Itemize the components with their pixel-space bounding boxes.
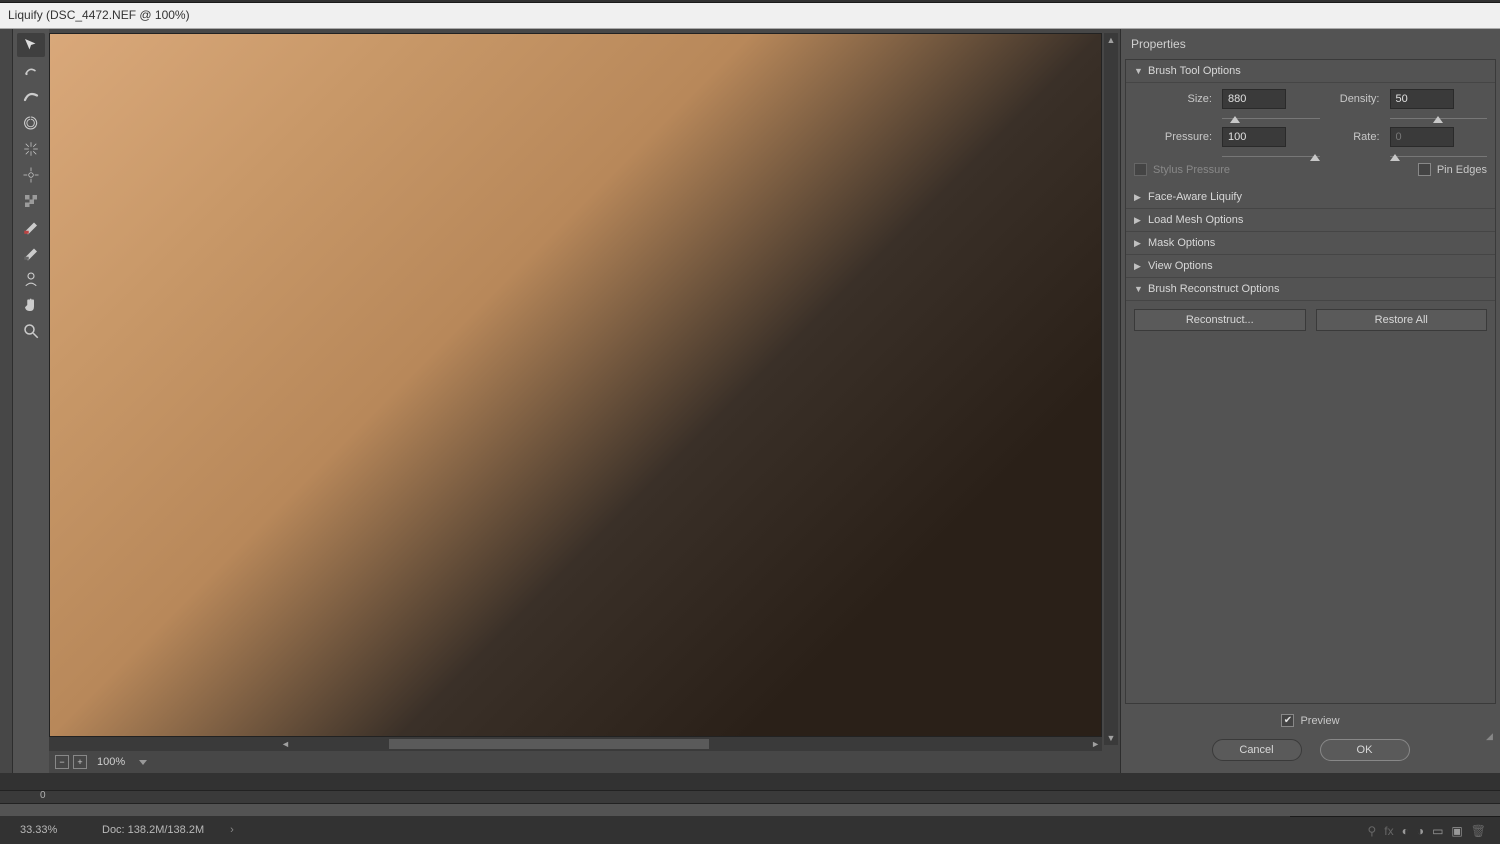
pin-edges-label: Pin Edges: [1437, 164, 1487, 176]
triangle-right-icon: ▶: [1134, 215, 1142, 226]
new-layer-icon[interactable]: ▣: [1451, 824, 1462, 838]
view-options-label: View Options: [1148, 260, 1213, 272]
mask-options-header[interactable]: ▶ Mask Options: [1126, 232, 1495, 255]
load-mesh-header[interactable]: ▶ Load Mesh Options: [1126, 209, 1495, 232]
rate-input: [1390, 127, 1454, 147]
density-input[interactable]: [1390, 89, 1454, 109]
preview-checkbox[interactable]: [1281, 714, 1294, 727]
freeze-mask-tool[interactable]: [17, 215, 45, 239]
layer-panel-footer: ⚲ fx ◐ ◑ ▭ ▣ 🗑: [1290, 816, 1500, 844]
status-zoom[interactable]: 33.33%: [20, 824, 80, 836]
zoom-dropdown-icon[interactable]: [139, 760, 147, 765]
triangle-right-icon: ▶: [1134, 192, 1142, 203]
ruler: 0: [0, 790, 1500, 804]
trash-icon[interactable]: 🗑: [1471, 824, 1486, 838]
adjustment-icon[interactable]: ◑: [1417, 824, 1424, 838]
pressure-input[interactable]: [1222, 127, 1286, 147]
link-icon[interactable]: ⚲: [1367, 824, 1376, 838]
mask-options-label: Mask Options: [1148, 237, 1215, 249]
scroll-left-arrow[interactable]: ◄: [279, 737, 292, 751]
zoom-value[interactable]: 100%: [91, 756, 135, 768]
zoom-in-button[interactable]: +: [73, 755, 87, 769]
chevron-right-icon[interactable]: ›: [230, 824, 234, 836]
cancel-button[interactable]: Cancel: [1212, 739, 1302, 761]
rate-slider-thumb[interactable]: [1390, 154, 1400, 161]
pressure-slider[interactable]: [1222, 156, 1320, 157]
reconstruct-tool[interactable]: [17, 59, 45, 83]
group-icon[interactable]: ▭: [1432, 824, 1443, 838]
face-aware-header[interactable]: ▶ Face-Aware Liquify: [1126, 186, 1495, 209]
brush-tool-options-header[interactable]: ▼ Brush Tool Options: [1126, 60, 1495, 83]
mask-icon[interactable]: ◐: [1402, 824, 1409, 838]
scroll-thumb[interactable]: [389, 739, 709, 749]
properties-panel: Properties ▼ Brush Tool Options Size: De…: [1120, 29, 1500, 773]
size-slider-thumb[interactable]: [1230, 116, 1240, 123]
dialog-title: Liquify (DSC_4472.NEF @ 100%): [0, 3, 1500, 29]
rate-slider[interactable]: [1390, 156, 1488, 157]
liquify-toolbar: [13, 29, 49, 773]
triangle-down-icon: ▼: [1134, 284, 1142, 294]
load-mesh-label: Load Mesh Options: [1148, 214, 1243, 226]
ruler-zero: 0: [40, 790, 46, 801]
preview-label: Preview: [1300, 715, 1339, 727]
horizontal-scrollbar[interactable]: ◄ ►: [49, 737, 1102, 751]
zoom-tool[interactable]: [17, 319, 45, 343]
density-label: Density:: [1326, 93, 1384, 105]
bloat-tool[interactable]: [17, 163, 45, 187]
density-slider-thumb[interactable]: [1433, 116, 1443, 123]
twirl-tool[interactable]: [17, 111, 45, 135]
triangle-right-icon: ▶: [1134, 238, 1142, 249]
resize-grip-icon[interactable]: ◢: [1486, 731, 1498, 743]
size-input[interactable]: [1222, 89, 1286, 109]
thaw-mask-tool[interactable]: [17, 241, 45, 265]
stylus-pressure-checkbox: [1134, 163, 1147, 176]
left-gutter: [0, 29, 13, 773]
stylus-pressure-label: Stylus Pressure: [1153, 164, 1230, 176]
pressure-slider-thumb[interactable]: [1310, 154, 1320, 161]
size-label: Size:: [1134, 93, 1216, 105]
vertical-scrollbar[interactable]: ▲ ▼: [1104, 33, 1118, 745]
status-doc-size: Doc: 138.2M/138.2M: [102, 824, 204, 836]
properties-title: Properties: [1121, 29, 1500, 55]
fx-icon[interactable]: fx: [1384, 824, 1393, 838]
pin-edges-checkbox[interactable]: [1418, 163, 1431, 176]
zoom-out-button[interactable]: −: [55, 755, 69, 769]
scroll-down-arrow[interactable]: ▼: [1105, 731, 1118, 745]
hand-tool[interactable]: [17, 293, 45, 317]
reconstruct-button[interactable]: Reconstruct...: [1134, 309, 1306, 331]
preview-canvas[interactable]: [49, 33, 1102, 737]
view-options-header[interactable]: ▶ View Options: [1126, 255, 1495, 278]
triangle-right-icon: ▶: [1134, 261, 1142, 272]
ok-button[interactable]: OK: [1320, 739, 1410, 761]
face-tool[interactable]: [17, 267, 45, 291]
triangle-down-icon: ▼: [1134, 66, 1142, 76]
brush-tool-options-label: Brush Tool Options: [1148, 65, 1241, 77]
scroll-up-arrow[interactable]: ▲: [1105, 33, 1118, 47]
status-bar: 33.33% Doc: 138.2M/138.2M ›: [0, 816, 1500, 844]
forward-warp-tool[interactable]: [17, 33, 45, 57]
pucker-tool[interactable]: [17, 137, 45, 161]
restore-all-button[interactable]: Restore All: [1316, 309, 1488, 331]
rate-label: Rate:: [1326, 131, 1384, 143]
brush-reconstruct-label: Brush Reconstruct Options: [1148, 283, 1279, 295]
push-left-tool[interactable]: [17, 189, 45, 213]
smooth-tool[interactable]: [17, 85, 45, 109]
face-aware-label: Face-Aware Liquify: [1148, 191, 1242, 203]
pressure-label: Pressure:: [1134, 131, 1216, 143]
scroll-right-arrow[interactable]: ►: [1089, 737, 1102, 751]
brush-reconstruct-header[interactable]: ▼ Brush Reconstruct Options: [1126, 278, 1495, 301]
